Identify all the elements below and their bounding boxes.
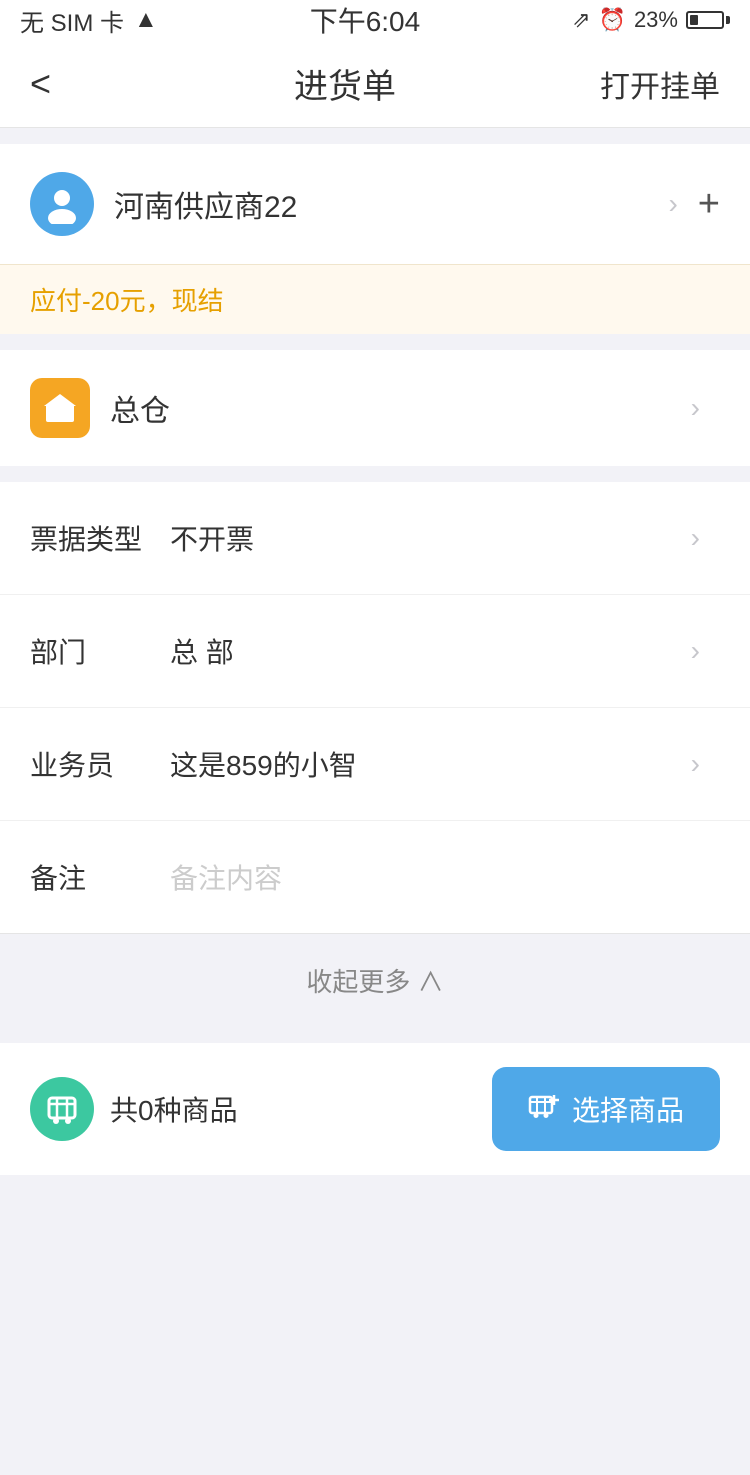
goods-count: 共0种商品: [110, 1089, 238, 1129]
remark-label: 备注: [30, 857, 170, 897]
select-goods-icon: [528, 1091, 560, 1127]
chevron-right-icon: ›: [691, 748, 700, 780]
open-pending-button[interactable]: 打开挂单: [600, 62, 720, 106]
alarm-icon: ⏰: [599, 7, 626, 33]
chevron-right-icon: ›: [691, 522, 700, 554]
supplier-notice: 应付-20元，现结: [0, 264, 750, 334]
cart-add-icon: [528, 1091, 560, 1119]
chevron-right-icon: ›: [691, 635, 700, 667]
salesperson-value: 这是859的小智: [170, 744, 691, 784]
invoice-type-row[interactable]: 票据类型 不开票 ›: [0, 482, 750, 595]
collapse-label: 收起更多 ∧: [306, 962, 443, 999]
remark-input[interactable]: 备注内容: [170, 857, 720, 897]
supplier-name: 河南供应商22: [114, 182, 668, 226]
invoice-type-label: 票据类型: [30, 518, 170, 558]
wifi-icon: ▲: [134, 6, 158, 34]
select-goods-button[interactable]: 选择商品: [492, 1067, 720, 1151]
battery-icon: [686, 11, 730, 29]
salesperson-label: 业务员: [30, 744, 170, 784]
page-bottom: [0, 1175, 750, 1475]
warehouse-row[interactable]: 总仓 ›: [0, 350, 750, 466]
salesperson-row[interactable]: 业务员 这是859的小智 ›: [0, 708, 750, 821]
cart-icon: [43, 1090, 81, 1128]
page-title: 进货单: [294, 59, 396, 108]
form-section: 票据类型 不开票 › 部门 总 部 › 业务员 这是859的小智 › 备注 备注…: [0, 482, 750, 933]
goods-info: 共0种商品: [30, 1077, 238, 1141]
nav-bar: < 进货单 打开挂单: [0, 40, 750, 128]
chevron-right-icon: ›: [691, 392, 700, 424]
bottom-bar: 共0种商品 选择商品: [0, 1043, 750, 1175]
person-icon: [42, 184, 82, 224]
department-row[interactable]: 部门 总 部 ›: [0, 595, 750, 708]
status-bar: 无 SIM 卡 ▲ 下午6:04 ⇗ ⏰ 23%: [0, 0, 750, 40]
cart-icon-bg: [30, 1077, 94, 1141]
remark-row[interactable]: 备注 备注内容: [0, 821, 750, 933]
location-icon: ⇗: [572, 7, 590, 33]
battery-percent: 23%: [634, 7, 678, 33]
collapse-row[interactable]: 收起更多 ∧: [0, 933, 750, 1027]
supplier-row[interactable]: 河南供应商22 › +: [0, 144, 750, 264]
warehouse-icon-bg: [30, 378, 90, 438]
warehouse-section[interactable]: 总仓 ›: [0, 350, 750, 466]
invoice-type-value: 不开票: [170, 518, 691, 558]
warehouse-name: 总仓: [110, 386, 691, 430]
back-button[interactable]: <: [30, 63, 90, 105]
status-time: 下午6:04: [310, 0, 421, 40]
department-label: 部门: [30, 631, 170, 671]
warehouse-icon: [42, 390, 78, 426]
add-supplier-button[interactable]: +: [698, 183, 720, 226]
status-left: 无 SIM 卡 ▲: [20, 3, 158, 38]
department-value: 总 部: [170, 631, 691, 671]
carrier-text: 无 SIM 卡: [20, 3, 124, 38]
status-right: ⇗ ⏰ 23%: [572, 7, 730, 33]
supplier-section: 河南供应商22 › + 应付-20元，现结: [0, 144, 750, 334]
select-goods-label: 选择商品: [572, 1089, 684, 1129]
supplier-avatar: [30, 172, 94, 236]
chevron-right-icon: ›: [668, 188, 677, 220]
